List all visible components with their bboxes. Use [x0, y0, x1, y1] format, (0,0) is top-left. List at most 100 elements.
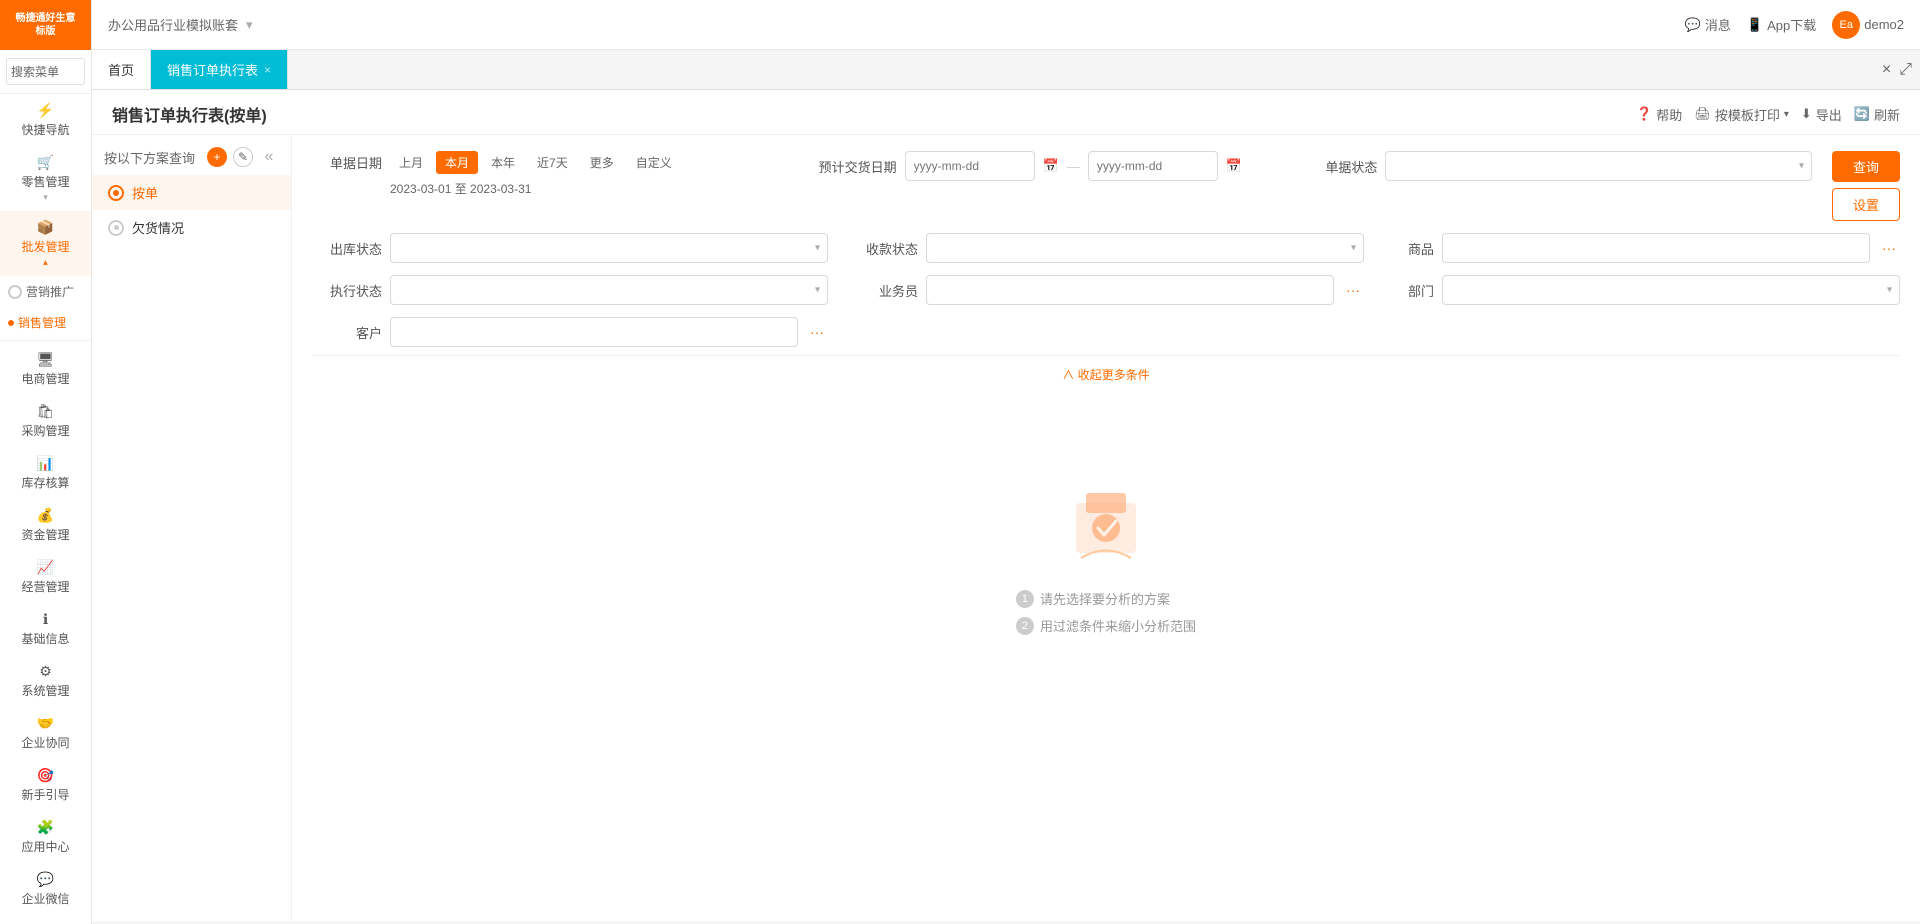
exec-status-select[interactable] — [390, 275, 828, 305]
tab-close-button[interactable]: × — [1882, 61, 1891, 79]
query-button[interactable]: 查询 — [1832, 151, 1900, 182]
print-button[interactable]: 🖨 按模板打印 ▾ — [1694, 105, 1789, 124]
date-tab-custom[interactable]: 自定义 — [627, 151, 681, 174]
scheme-item-backorder[interactable]: 欠货情况 — [92, 210, 291, 245]
calendar-icon-start: 📅 — [1043, 158, 1059, 174]
tip-number-2: 2 — [1016, 617, 1034, 635]
sidebar-item-finance[interactable]: 💰 资金管理 — [0, 499, 91, 551]
department-select[interactable] — [1442, 275, 1900, 305]
logo-text-line1: 畅捷通好生意 — [16, 12, 76, 25]
expected-date-start[interactable] — [905, 151, 1035, 181]
page-title: 销售订单执行表(按单) — [112, 102, 267, 126]
breadcrumb-arrow-icon[interactable]: ▾ — [246, 17, 253, 33]
expected-date-end[interactable] — [1088, 151, 1218, 181]
sidebar: 畅捷通好生意 标版 搜索菜单 ⚡ 快捷导航 🛒 零售管理 ▾ 📦 批发管理 ▴ … — [0, 0, 92, 924]
user-profile[interactable]: Ea demo2 — [1832, 11, 1904, 39]
sidebar-item-collab[interactable]: 🤝 企业协同 — [0, 707, 91, 759]
tip-text-1: 请先选择要分析的方案 — [1040, 589, 1170, 608]
username-label: demo2 — [1864, 17, 1904, 32]
home-tab-label: 首页 — [108, 60, 134, 79]
out-status-filter: 出库状态 ▾ — [312, 233, 828, 263]
sidebar-item-ecom[interactable]: 🖥 电商管理 — [0, 343, 91, 395]
sidebar-sub-sales[interactable]: 销售管理 — [0, 307, 91, 338]
tab-sales-exec[interactable]: 销售订单执行表 × — [151, 50, 288, 89]
sidebar-sub-label: 销售管理 — [18, 314, 66, 331]
collapse-filter-button[interactable]: ∧ 收起更多条件 — [312, 355, 1900, 393]
out-status-select[interactable] — [390, 233, 828, 263]
date-tab-more[interactable]: 更多 — [581, 151, 623, 174]
sidebar-item-wechat[interactable]: 💬 企业微信 — [0, 863, 91, 915]
add-scheme-button[interactable]: + — [207, 147, 227, 167]
goods-more-button[interactable]: ··· — [1878, 240, 1900, 256]
sidebar-item-quick-nav[interactable]: ⚡ 快捷导航 — [0, 94, 91, 146]
guide-icon: 🎯 — [37, 767, 54, 784]
help-button[interactable]: ❓ 帮助 — [1636, 105, 1682, 124]
app-center-icon: 🧩 — [37, 819, 54, 836]
collection-status-select[interactable] — [926, 233, 1364, 263]
sidebar-item-guide[interactable]: 🎯 新手引导 — [0, 759, 91, 811]
left-panel: 按以下方案查询 + ✎ « 按单 — [92, 135, 292, 921]
sidebar-item-label: 零售管理 — [21, 173, 69, 190]
status-select[interactable] — [1385, 151, 1812, 181]
inactive-dot — [114, 225, 119, 230]
sub-item-indicator — [8, 285, 22, 299]
customer-label: 客户 — [312, 323, 382, 342]
message-button[interactable]: 💬 消息 — [1685, 15, 1731, 34]
department-label: 部门 — [1384, 281, 1434, 300]
sidebar-item-system[interactable]: ⚙ 系统管理 — [0, 655, 91, 707]
message-icon: 💬 — [1685, 17, 1701, 33]
print-label: 按模板打印 — [1715, 105, 1780, 124]
message-label: 消息 — [1705, 15, 1731, 34]
customer-input[interactable] — [390, 317, 798, 347]
search-menu-button[interactable]: 搜索菜单 — [6, 58, 85, 85]
refresh-button[interactable]: 🔄 刷新 — [1854, 105, 1900, 124]
empty-illustration — [1056, 473, 1156, 573]
tab-close-icon[interactable]: × — [264, 63, 271, 77]
app-download-button[interactable]: 📱 App下载 — [1747, 15, 1816, 34]
tab-home[interactable]: 首页 — [92, 50, 151, 89]
scheme-item-by-order[interactable]: 按单 — [92, 175, 291, 210]
customer-more-button[interactable]: ··· — [806, 324, 828, 340]
export-icon: ⬇ — [1801, 106, 1812, 122]
date-tab-7days[interactable]: 近7天 — [528, 151, 577, 174]
date-tabs: 上月 本月 本年 近7天 更多 自定义 — [390, 151, 681, 174]
content-area: 销售订单执行表(按单) ❓ 帮助 🖨 按模板打印 ▾ ⬇ 导出 — [92, 90, 1920, 924]
sidebar-item-purchase[interactable]: 🛍 采购管理 — [0, 395, 91, 447]
sidebar-item-wholesale[interactable]: 📦 批发管理 ▴ — [0, 211, 91, 276]
tab-maximize-button[interactable]: ⤢ — [1899, 61, 1912, 79]
sidebar-sub-marketing[interactable]: 营销推广 — [0, 276, 91, 307]
goods-input[interactable] — [1442, 233, 1870, 263]
sidebar-item-retail[interactable]: 🛒 零售管理 ▾ — [0, 146, 91, 211]
date-tab-this-year[interactable]: 本年 — [482, 151, 524, 174]
exec-status-select-wrap: ▾ — [390, 275, 828, 305]
salesperson-more-button[interactable]: ··· — [1342, 282, 1364, 298]
expand-icon: ▾ — [43, 192, 48, 203]
empty-state: 1 请先选择要分析的方案 2 用过滤条件来缩小分析范围 — [312, 393, 1900, 715]
sidebar-item-inventory[interactable]: 📊 库存核算 — [0, 447, 91, 499]
export-label: 导出 — [1816, 105, 1842, 124]
sidebar-item-basic-info[interactable]: ℹ 基础信息 — [0, 603, 91, 655]
sidebar-item-member[interactable]: 👑 畅会员 — [0, 915, 91, 924]
sidebar-item-operations[interactable]: 📈 经营管理 — [0, 551, 91, 603]
date-tab-last-month[interactable]: 上月 — [390, 151, 432, 174]
settings-button[interactable]: 设置 — [1832, 188, 1900, 221]
sidebar-item-label: 新手引导 — [21, 786, 69, 803]
collapse-label: 收起更多条件 — [1078, 368, 1150, 382]
sidebar-sub-label: 营销推广 — [26, 283, 74, 300]
quick-nav-icon: ⚡ — [37, 102, 54, 119]
sidebar-search[interactable]: 搜索菜单 — [0, 50, 91, 94]
inventory-icon: 📊 — [37, 455, 54, 472]
export-button[interactable]: ⬇ 导出 — [1801, 105, 1842, 124]
salesperson-input[interactable] — [926, 275, 1334, 305]
sidebar-item-label: 批发管理 — [21, 238, 69, 255]
customer-filter: 客户 ··· — [312, 317, 828, 347]
date-tab-this-month[interactable]: 本月 — [436, 151, 478, 174]
topbar-right: 💬 消息 📱 App下载 Ea demo2 — [1685, 11, 1904, 39]
collapse-panel-button[interactable]: « — [259, 147, 279, 167]
page-header-actions: ❓ 帮助 🖨 按模板打印 ▾ ⬇ 导出 🔄 刷新 — [1636, 105, 1900, 124]
expected-date-label: 预计交货日期 — [819, 157, 897, 176]
out-status-select-wrap: ▾ — [390, 233, 828, 263]
edit-scheme-button[interactable]: ✎ — [233, 147, 253, 167]
retail-icon: 🛒 — [37, 154, 54, 171]
sidebar-item-app-center[interactable]: 🧩 应用中心 — [0, 811, 91, 863]
